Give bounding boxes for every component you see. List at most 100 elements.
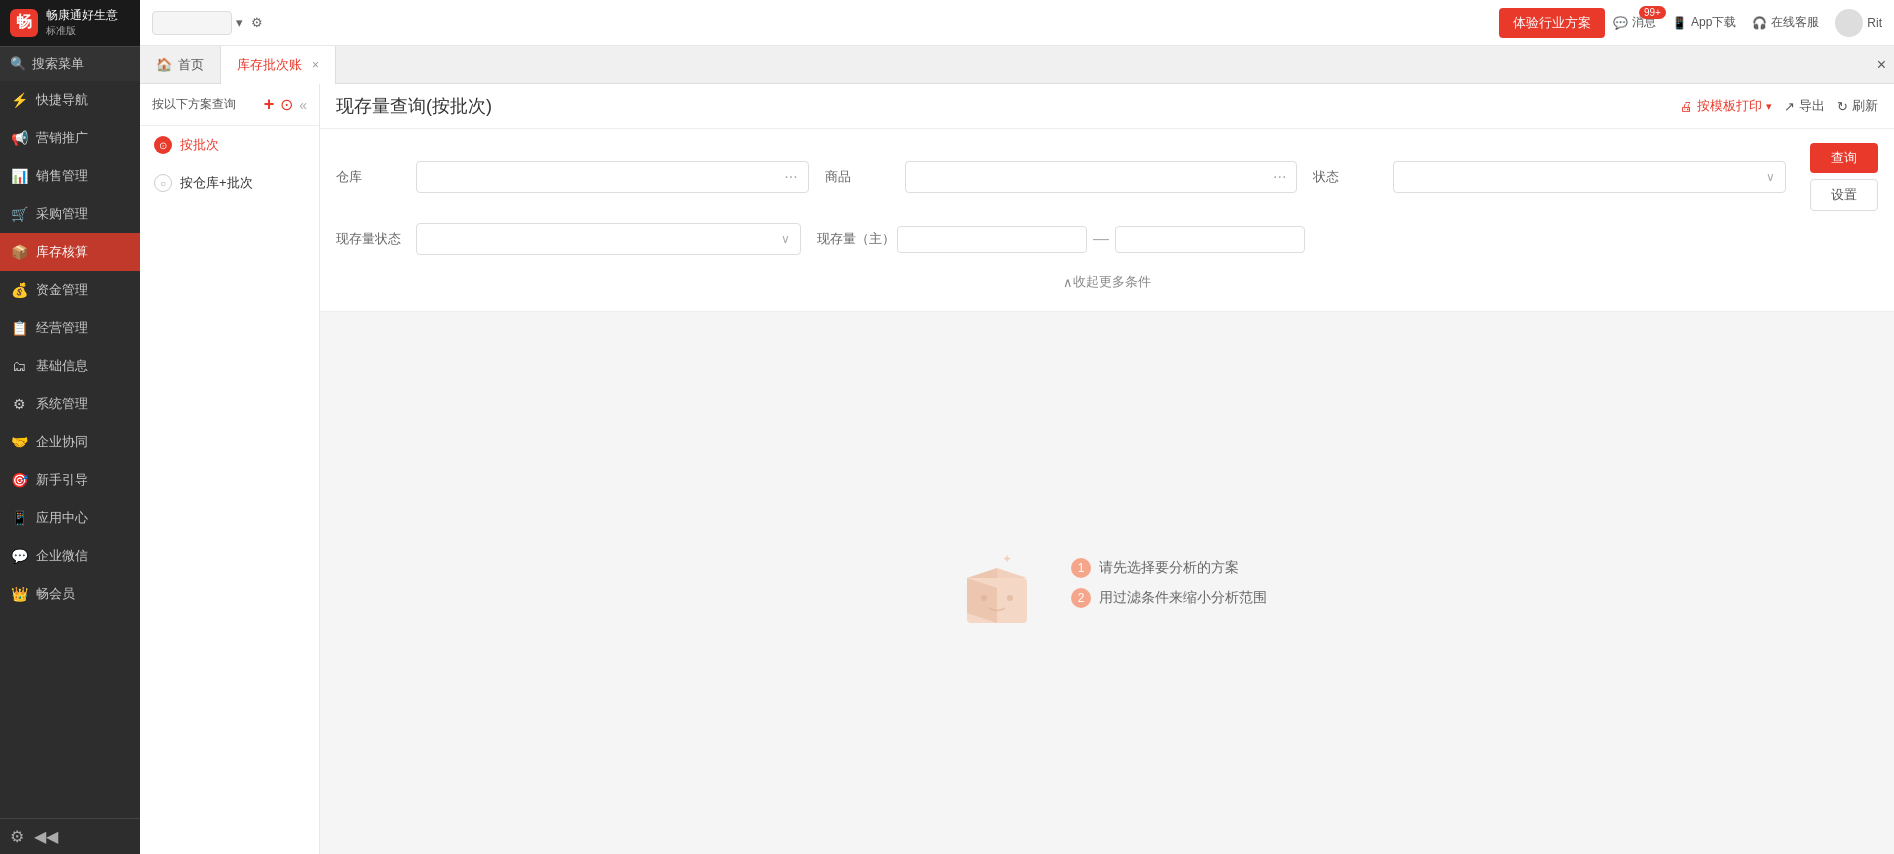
tab-inventory-batch[interactable]: 库存批次账 × [221,46,336,84]
search-actions: 查询 设置 [1810,143,1878,211]
member-icon: 👑 [10,585,28,603]
nav-item-apps[interactable]: 📱 应用中心 [0,499,140,537]
filter-item-by-batch[interactable]: ⊙ 按批次 [140,126,319,164]
nav-label: 新手引导 [36,471,88,489]
apps-icon: 📱 [10,509,28,527]
newbie-icon: 🎯 [10,471,28,489]
refresh-btn[interactable]: ↻ 刷新 [1837,97,1878,115]
settings-bottom-icon[interactable]: ⚙ [10,827,24,846]
topbar-settings-icon[interactable]: ⚙ [251,15,263,30]
nav-item-basic[interactable]: 🗂 基础信息 [0,347,140,385]
quantity-field: 现存量（主） — [817,226,1305,253]
export-btn[interactable]: ↗ 导出 [1784,97,1825,115]
warehouse-dots-icon[interactable]: ··· [784,168,797,186]
nav-label: 畅会员 [36,585,75,603]
topbar-breadcrumb: ▾ ⚙ [152,11,1491,35]
headset-icon: 🎧 [1752,16,1767,30]
nav-item-newbie[interactable]: 🎯 新手引导 [0,461,140,499]
search-row-1: 仓库 ··· 商品 ··· [336,143,1878,211]
svg-point-7 [1007,595,1013,601]
quick-nav-icon: ⚡ [10,91,28,109]
status-label: 状态 [1313,168,1393,186]
sidebar-search[interactable]: 🔍 搜索菜单 [0,47,140,81]
user-name: Rit [1867,16,1882,30]
nav-label: 基础信息 [36,357,88,375]
nav-label: 企业协同 [36,433,88,451]
svg-text:✦: ✦ [1017,576,1024,585]
print-btn[interactable]: 🖨 按模板打印 ▾ [1680,97,1772,115]
quantity-to-input[interactable] [1115,226,1305,253]
tab-current-label: 库存批次账 [237,56,302,74]
nav-item-member[interactable]: 👑 畅会员 [0,575,140,613]
messages-btn[interactable]: 💬 消息 99+ [1613,14,1656,31]
product-input[interactable]: ··· [905,161,1298,193]
export-icon: ↗ [1784,99,1795,114]
filter-collapse-icon[interactable]: « [299,97,307,113]
tip-2-text: 用过滤条件来缩小分析范围 [1099,589,1267,607]
nav-item-sales[interactable]: 📊 销售管理 [0,157,140,195]
nav-item-operations[interactable]: 📋 经营管理 [0,309,140,347]
collapse-more-btn[interactable]: ∧ 收起更多条件 [336,267,1878,297]
quantity-label: 现存量（主） [817,230,897,248]
nav-item-marketing[interactable]: 📢 营销推广 [0,119,140,157]
warehouse-input[interactable]: ··· [416,161,809,193]
filter-item-by-warehouse-batch[interactable]: ○ 按仓库+批次 [140,164,319,202]
user-btn[interactable]: Rit [1835,9,1882,37]
tip-1-text: 请先选择要分析的方案 [1099,559,1239,577]
app-download-btn[interactable]: 📱 App下载 [1672,14,1736,31]
filter-settings-icon[interactable]: ⊙ [280,95,293,114]
nav-label: 快捷导航 [36,91,88,109]
product-dots-icon[interactable]: ··· [1273,168,1286,186]
topbar-dropdown-icon[interactable]: ▾ [236,15,243,30]
search-form: 仓库 ··· 商品 ··· [320,129,1894,312]
quantity-from-input[interactable] [897,226,1087,253]
tab-home[interactable]: 🏠 首页 [140,46,221,84]
query-button[interactable]: 查询 [1810,143,1878,173]
topbar-search-input[interactable] [152,11,232,35]
inventory-status-select[interactable]: ∨ [416,223,801,255]
operations-icon: 📋 [10,319,28,337]
system-icon: ⚙ [10,395,28,413]
warehouse-field: 仓库 ··· [336,161,809,193]
nav-item-enterprise[interactable]: 🤝 企业协同 [0,423,140,461]
brand-name: 畅康通好生意 [46,8,118,24]
svg-text:✦: ✦ [1002,552,1012,566]
collapse-sidebar-icon[interactable]: ◀◀ [34,827,58,846]
print-dropdown-icon[interactable]: ▾ [1766,100,1772,113]
app-download-label: App下载 [1691,14,1736,31]
brand-version: 标准版 [46,24,118,38]
nav-label: 库存核算 [36,243,88,261]
refresh-label: 刷新 [1852,97,1878,115]
app-download-icon: 📱 [1672,16,1687,30]
nav-item-inventory[interactable]: 📦 库存核算 [0,233,140,271]
empty-tips: 1 请先选择要分析的方案 2 用过滤条件来缩小分析范围 [1071,558,1267,608]
enterprise-icon: 🤝 [10,433,28,451]
tab-panel-close-icon[interactable]: × [1877,56,1886,73]
nav-item-purchase[interactable]: 🛒 采购管理 [0,195,140,233]
nav-item-system[interactable]: ⚙ 系统管理 [0,385,140,423]
tab-close-icon[interactable]: × [312,58,319,72]
quantity-dash: — [1093,230,1109,248]
online-service-btn[interactable]: 🎧 在线客服 [1752,14,1819,31]
tip-num-2: 2 [1071,588,1091,608]
settings-button[interactable]: 设置 [1810,179,1878,211]
nav-label: 销售管理 [36,167,88,185]
nav-label: 企业微信 [36,547,88,565]
nav-item-finance[interactable]: 💰 资金管理 [0,271,140,309]
main-area: ▾ ⚙ 体验行业方案 💬 消息 99+ 📱 App下载 🎧 在线客服 Rit [140,0,1894,854]
tip-1: 1 请先选择要分析的方案 [1071,558,1267,578]
warehouse-label: 仓库 [336,168,416,186]
filter-item-label: 按批次 [180,136,219,154]
status-select[interactable]: ∨ [1393,161,1786,193]
filter-add-icon[interactable]: + [264,94,275,115]
sidebar-search-label: 搜索菜单 [32,55,84,73]
trial-btn[interactable]: 体验行业方案 [1499,8,1605,38]
search-icon: 🔍 [10,56,26,71]
product-label: 商品 [825,168,905,186]
nav-item-quick-nav[interactable]: ⚡ 快捷导航 [0,81,140,119]
filter-panel: 按以下方案查询 + ⊙ « ⊙ 按批次 ○ 按仓库+批次 [140,84,320,854]
filter-item-label: 按仓库+批次 [180,174,253,192]
filter-panel-actions: + ⊙ « [264,94,307,115]
nav-item-wechat[interactable]: 💬 企业微信 [0,537,140,575]
avatar [1835,9,1863,37]
